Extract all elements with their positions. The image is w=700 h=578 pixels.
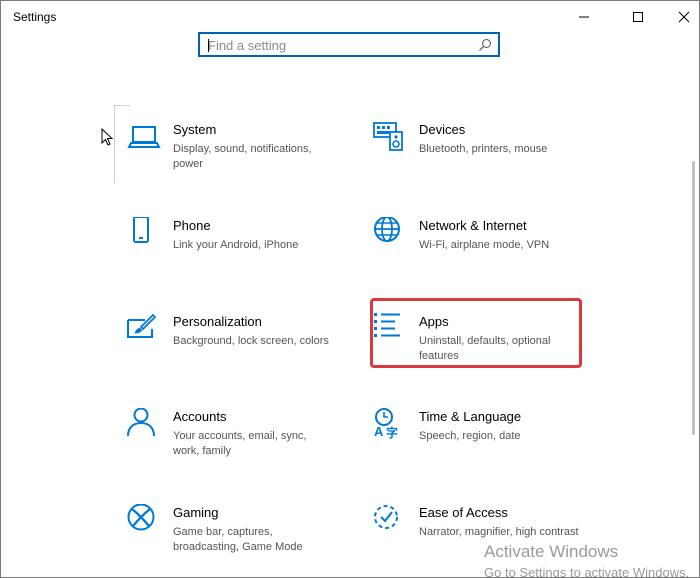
tile-name: Accounts	[173, 409, 227, 424]
scrollbar-thumb[interactable]	[692, 161, 695, 435]
search-box[interactable]	[198, 32, 500, 57]
title-bar: Settings	[1, 1, 699, 32]
activation-watermark: Activate Windows Go to Settings to activ…	[484, 542, 690, 578]
tile-devices[interactable]: Devices Bluetooth, printers, mouse	[373, 121, 593, 201]
paint-brush-icon	[127, 313, 157, 338]
tile-accounts[interactable]: Accounts Your accounts, email, sync, wor…	[127, 408, 347, 488]
focus-indicator-top	[114, 105, 130, 106]
tile-description: Speech, region, date	[419, 430, 521, 442]
tile-name: System	[173, 122, 217, 137]
time-language-icon: A 字	[374, 408, 398, 440]
watermark-title: Activate Windows	[484, 542, 619, 561]
minimize-button[interactable]	[561, 1, 607, 32]
xbox-icon	[127, 504, 155, 531]
tile-name: Phone	[173, 218, 211, 233]
svg-text:A: A	[374, 424, 384, 439]
globe-icon	[374, 217, 400, 242]
tile-name: Personalization	[173, 314, 262, 329]
close-icon	[678, 11, 690, 22]
search-input[interactable]	[208, 36, 470, 54]
tile-name: Devices	[419, 122, 466, 137]
window-title: Settings	[13, 10, 57, 24]
tile-network-internet[interactable]: Network & Internet Wi-Fi, airplane mode,…	[373, 217, 593, 297]
tile-description: Link your Android, iPhone	[173, 239, 299, 251]
tile-description: Bluetooth, printers, mouse	[419, 143, 548, 155]
maximize-icon	[633, 11, 643, 22]
mouse-cursor-icon	[101, 128, 113, 146]
tile-gaming[interactable]: Gaming Game bar, captures, broadcasting,…	[127, 504, 347, 577]
svg-text:字: 字	[386, 425, 398, 440]
keyboard-speaker-icon	[373, 122, 403, 151]
person-icon	[127, 408, 155, 437]
tile-description: Narrator, magnifier, high contrast	[419, 526, 579, 538]
tile-description: Display, sound, notifications, power	[173, 143, 312, 170]
tile-description: Your accounts, email, sync, work, family	[173, 430, 307, 457]
watermark-subtitle: Go to Settings to activate Windows.	[484, 565, 690, 578]
tile-description: Wi-Fi, airplane mode, VPN	[419, 239, 550, 251]
tile-name: Time & Language	[419, 409, 522, 424]
laptop-icon	[127, 126, 161, 148]
close-button[interactable]	[661, 1, 699, 32]
search-icon[interactable]	[478, 38, 492, 52]
tile-phone[interactable]: Phone Link your Android, iPhone	[127, 217, 347, 297]
tile-name: Gaming	[173, 505, 219, 520]
tile-name: Ease of Access	[419, 505, 508, 520]
tile-description: Game bar, captures, broadcasting, Game M…	[173, 526, 303, 553]
settings-window: Settings System Display, sound, notifica…	[0, 0, 700, 578]
ease-of-access-icon	[374, 505, 398, 529]
maximize-button[interactable]	[615, 1, 661, 32]
phone-icon	[133, 217, 149, 243]
tile-name: Network & Internet	[419, 218, 527, 233]
tile-description: Background, lock screen, colors	[173, 335, 329, 347]
tile-personalization[interactable]: Personalization Background, lock screen,…	[127, 313, 347, 393]
minimize-icon	[579, 16, 589, 17]
focus-indicator	[114, 105, 115, 183]
tile-time-language[interactable]: A 字 Time & Language Speech, region, date	[373, 408, 593, 488]
tile-system[interactable]: System Display, sound, notifications, po…	[127, 121, 347, 201]
apps-highlight-box	[370, 298, 582, 368]
